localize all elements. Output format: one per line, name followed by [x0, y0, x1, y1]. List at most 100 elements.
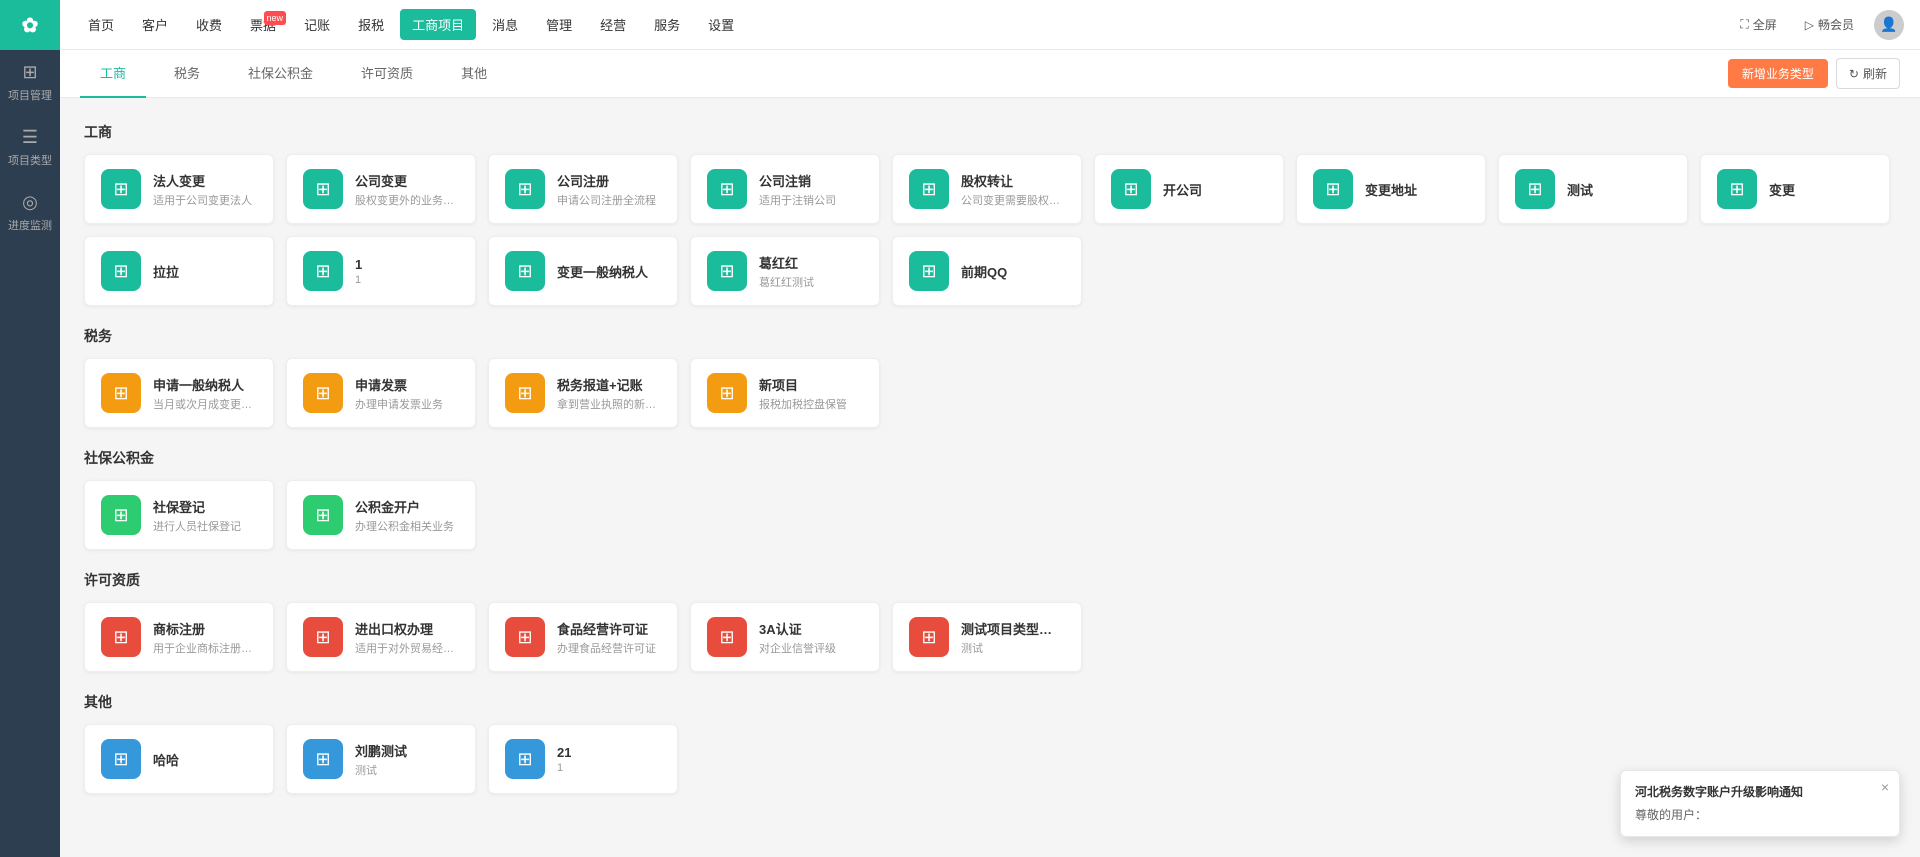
- card-desc-apply-invoice: 办理申请发票业务: [355, 396, 443, 412]
- topnav-item-accounting[interactable]: 记账: [292, 9, 342, 40]
- topnav-item-message[interactable]: 消息: [480, 9, 530, 40]
- topnav-item-operation[interactable]: 经营: [588, 9, 638, 40]
- card-text-import-export: 进出口权办理 适用于对外贸易经营者: [355, 619, 459, 656]
- sidebar-item-project-mgmt[interactable]: ⊞ 项目管理: [8, 50, 52, 115]
- card-company-change[interactable]: ⊞ 公司变更 股权变更外的业务变更: [286, 154, 476, 224]
- topnav-item-tax[interactable]: 报税: [346, 9, 396, 40]
- card-text-guhonghong: 葛红红 葛红红测试: [759, 253, 814, 290]
- card-change-address[interactable]: ⊞ 变更地址: [1296, 154, 1486, 224]
- card-change-taxpayer[interactable]: ⊞ 变更一般纳税人: [488, 236, 678, 306]
- sidebar: ✿ ⊞ 项目管理 ☰ 项目类型 ◎ 进度监测: [0, 0, 60, 857]
- card-desc-legal-change: 适用于公司变更法人: [153, 192, 252, 208]
- logo-icon: ✿: [22, 13, 39, 38]
- tab-social[interactable]: 社保公积金: [228, 50, 333, 98]
- card-text-new-project: 新项目 报税加税控盘保管: [759, 375, 847, 412]
- card-title-front-qq: 前期QQ: [961, 262, 1007, 281]
- card-text-lala: 拉拉: [153, 262, 179, 281]
- card-desc-tax-report: 拿到营业执照的新公司: [557, 396, 661, 412]
- tab-license[interactable]: 许可资质: [341, 50, 433, 98]
- card-title-trademark: 商标注册: [153, 619, 257, 638]
- card-import-export[interactable]: ⊞ 进出口权办理 适用于对外贸易经营者: [286, 602, 476, 672]
- card-title-guhonghong: 葛红红: [759, 253, 814, 272]
- topnav-item-customer[interactable]: 客户: [130, 9, 180, 40]
- section-license: 许可资质 ⊞ 商标注册 用于企业商标注册服务 ⊞ 进出口权办理 适用于对外贸易经…: [84, 570, 1896, 672]
- card-desc-apply-taxpayer: 当月或次月成变更完成: [153, 396, 257, 412]
- card-legal-change[interactable]: ⊞ 法人变更 适用于公司变更法人: [84, 154, 274, 224]
- topnav-item-settings[interactable]: 设置: [696, 9, 746, 40]
- section-title-social: 社保公积金: [84, 448, 1896, 468]
- notification-title: 河北税务数字账户升级影响通知: [1635, 783, 1885, 800]
- card-apply-invoice[interactable]: ⊞ 申请发票 办理申请发票业务: [286, 358, 476, 428]
- card-icon-company-cancel: ⊞: [707, 169, 747, 209]
- card-text-equity-transfer: 股权转让 公司变更需要股权转让: [961, 171, 1065, 208]
- sidebar-item-progress-monitor[interactable]: ◎ 进度监测: [8, 180, 52, 245]
- card-change1[interactable]: ⊞ 变更: [1700, 154, 1890, 224]
- member-icon: ▷: [1805, 18, 1814, 32]
- card-text-open-company: 开公司: [1163, 180, 1202, 199]
- card-icon-social-reg: ⊞: [101, 495, 141, 535]
- card-test1[interactable]: ⊞ 测试: [1498, 154, 1688, 224]
- topnav-item-service[interactable]: 服务: [642, 9, 692, 40]
- notification-close[interactable]: ×: [1881, 779, 1889, 795]
- add-type-button[interactable]: 新增业务类型: [1728, 59, 1828, 88]
- card-icon-trademark: ⊞: [101, 617, 141, 657]
- card-trademark[interactable]: ⊞ 商标注册 用于企业商标注册服务: [84, 602, 274, 672]
- sidebar-logo[interactable]: ✿: [0, 0, 60, 50]
- topnav-item-billing[interactable]: 收费: [184, 9, 234, 40]
- card-fund-open[interactable]: ⊞ 公积金开户 办理公积金相关业务: [286, 480, 476, 550]
- card-equity-transfer[interactable]: ⊞ 股权转让 公司变更需要股权转让: [892, 154, 1082, 224]
- card-num21[interactable]: ⊞ 21 1: [488, 724, 678, 794]
- card-desc-fund-open: 办理公积金相关业务: [355, 518, 454, 534]
- scrollable-content: 工商 ⊞ 法人变更 适用于公司变更法人 ⊞ 公司变更 股权变更外的业务变更 ⊞ …: [60, 98, 1920, 857]
- card-title-legal-change: 法人变更: [153, 171, 252, 190]
- topnav-item-home[interactable]: 首页: [76, 9, 126, 40]
- card-tax-report[interactable]: ⊞ 税务报道+记账 拿到营业执照的新公司: [488, 358, 678, 428]
- card-title-haha: 哈哈: [153, 750, 179, 769]
- tab-tax[interactable]: 税务: [154, 50, 220, 98]
- project-type-icon: ☰: [22, 127, 38, 148]
- card-liupeng-test[interactable]: ⊞ 刘鹏测试 测试: [286, 724, 476, 794]
- card-apply-taxpayer[interactable]: ⊞ 申请一般纳税人 当月或次月成变更完成: [84, 358, 274, 428]
- card-desc-food-license: 办理食品经营许可证: [557, 640, 656, 656]
- card-guhonghong[interactable]: ⊞ 葛红红 葛红红测试: [690, 236, 880, 306]
- section-title-industry: 工商: [84, 122, 1896, 142]
- card-title-test-proj-type: 测试项目类型目定义: [961, 619, 1065, 638]
- sidebar-item-project-type[interactable]: ☰ 项目类型: [8, 115, 52, 180]
- section-title-tax: 税务: [84, 326, 1896, 346]
- card-lala[interactable]: ⊞ 拉拉: [84, 236, 274, 306]
- card-text-test1: 测试: [1567, 180, 1593, 199]
- card-text-social-reg: 社保登记 进行人员社保登记: [153, 497, 241, 534]
- tab-other[interactable]: 其他: [441, 50, 507, 98]
- card-new-project[interactable]: ⊞ 新项目 报税加税控盘保管: [690, 358, 880, 428]
- card-company-reg[interactable]: ⊞ 公司注册 申请公司注册全流程: [488, 154, 678, 224]
- cards-grid-license: ⊞ 商标注册 用于企业商标注册服务 ⊞ 进出口权办理 适用于对外贸易经营者 ⊞ …: [84, 602, 1896, 672]
- card-company-cancel[interactable]: ⊞ 公司注销 适用于注销公司: [690, 154, 880, 224]
- card-desc-num1: 1: [355, 274, 362, 286]
- member-btn[interactable]: ▷ 畅会员: [1797, 12, 1862, 37]
- avatar[interactable]: 👤: [1874, 10, 1904, 40]
- topnav-item-management[interactable]: 管理: [534, 9, 584, 40]
- card-text-num1: 1 1: [355, 257, 362, 286]
- refresh-button[interactable]: ↻ 刷新: [1836, 58, 1900, 89]
- progress-monitor-icon: ◎: [22, 192, 38, 213]
- card-icon-change-taxpayer: ⊞: [505, 251, 545, 291]
- card-text-company-reg: 公司注册 申请公司注册全流程: [557, 171, 656, 208]
- card-test-proj-type[interactable]: ⊞ 测试项目类型目定义 测试: [892, 602, 1082, 672]
- topnav-item-industry[interactable]: 工商项目: [400, 9, 476, 40]
- card-food-license[interactable]: ⊞ 食品经营许可证 办理食品经营许可证: [488, 602, 678, 672]
- cards-grid-tax: ⊞ 申请一般纳税人 当月或次月成变更完成 ⊞ 申请发票 办理申请发票业务 ⊞ 税…: [84, 358, 1896, 428]
- tab-industry[interactable]: 工商: [80, 50, 146, 98]
- card-text-cert-3a: 3A认证 对企业信誉评级: [759, 619, 836, 656]
- card-desc-liupeng-test: 测试: [355, 762, 407, 778]
- fullscreen-btn[interactable]: ⛶ 全屏: [1732, 12, 1784, 37]
- card-cert-3a[interactable]: ⊞ 3A认证 对企业信誉评级: [690, 602, 880, 672]
- card-num1[interactable]: ⊞ 1 1: [286, 236, 476, 306]
- topnav-item-invoice[interactable]: 票据new: [238, 9, 288, 40]
- card-haha[interactable]: ⊞ 哈哈: [84, 724, 274, 794]
- card-open-company[interactable]: ⊞ 开公司: [1094, 154, 1284, 224]
- card-text-apply-invoice: 申请发票 办理申请发票业务: [355, 375, 443, 412]
- topnav-items: 首页客户收费票据new记账报税工商项目消息管理经营服务设置: [76, 9, 746, 40]
- card-social-reg[interactable]: ⊞ 社保登记 进行人员社保登记: [84, 480, 274, 550]
- card-icon-import-export: ⊞: [303, 617, 343, 657]
- card-front-qq[interactable]: ⊞ 前期QQ: [892, 236, 1082, 306]
